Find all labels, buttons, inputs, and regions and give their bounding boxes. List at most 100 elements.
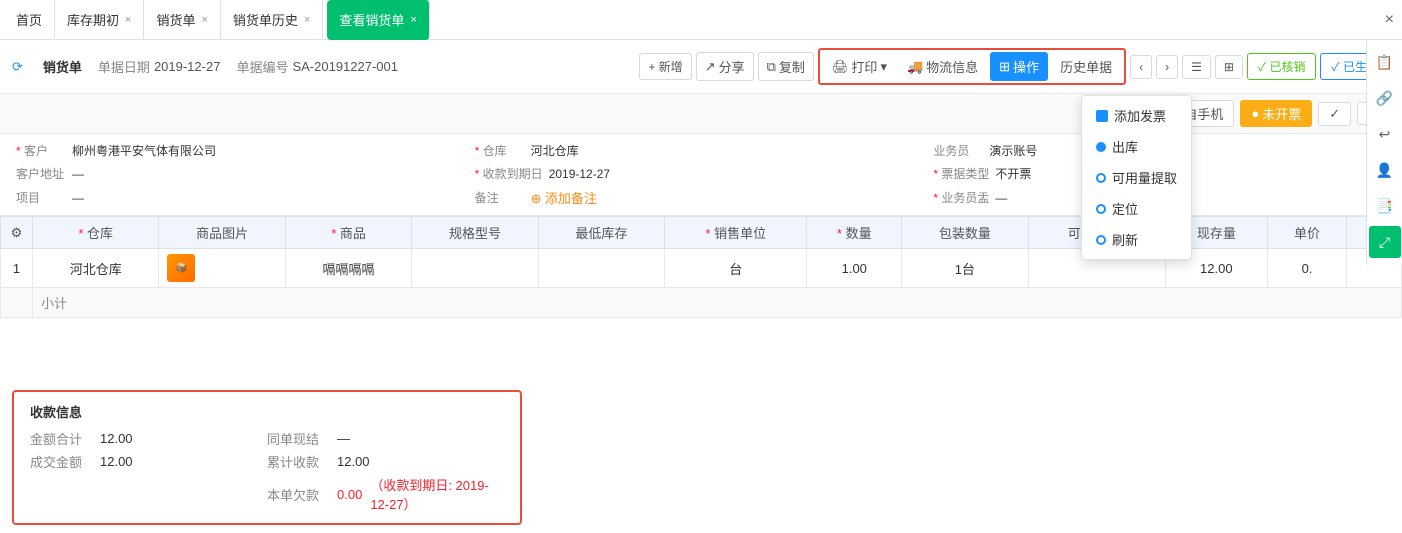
- payment-settle-value: —: [337, 431, 350, 446]
- grid-view-button[interactable]: ⊞: [1215, 55, 1243, 79]
- col-qty: 数量: [807, 217, 902, 249]
- sold-status-button[interactable]: ✓ 已核销: [1247, 53, 1317, 80]
- dropdown-refresh-label: 刷新: [1112, 230, 1138, 249]
- tab-sales-label: 销货单: [156, 10, 195, 29]
- subtotal-label: 小计: [33, 288, 1402, 318]
- ticket-type-label: 票据类型: [933, 165, 989, 182]
- doc-number-item: 单据编号 SA-20191227-001: [236, 57, 398, 76]
- refresh-icon: [1096, 235, 1106, 245]
- right-icon-back[interactable]: ↩: [1369, 118, 1401, 150]
- payment-cumulative-label: 累计收款: [267, 452, 331, 471]
- tab-sales-history[interactable]: 销货单历史 ×: [221, 0, 323, 40]
- print-label: 打印: [851, 57, 877, 76]
- customer-row: 客户 柳州粤港平安气体有限公司: [16, 142, 469, 159]
- warehouse-label: 仓库: [475, 142, 525, 159]
- print-dropdown-icon: ▾: [880, 59, 887, 75]
- payment-owed-note: （收款到期日: 2019-12-27）: [370, 475, 504, 513]
- payment-total-value: 12.00: [100, 431, 133, 446]
- col-spec: 规格型号: [412, 217, 538, 249]
- col-min-stock: 最低库存: [538, 217, 664, 249]
- col-image: 商品图片: [159, 217, 285, 249]
- col-price: 单价: [1268, 217, 1347, 249]
- doc-date-value: 2019-12-27: [154, 59, 221, 74]
- row-price: 0.: [1268, 249, 1347, 288]
- staff-label: 业务员盂: [933, 189, 989, 206]
- dropdown-locate[interactable]: 定位: [1082, 193, 1191, 224]
- doc-date-label: 单据日期: [98, 57, 150, 76]
- tab-inventory-init[interactable]: 库存期初 ×: [55, 0, 144, 40]
- note-label: 备注: [475, 189, 525, 206]
- copy-label: 复制: [779, 57, 805, 76]
- tab-view-close[interactable]: ×: [410, 14, 416, 26]
- print-button[interactable]: 🖨 打印 ▾: [824, 53, 895, 80]
- row-product: 嗝嗝嗝嗝: [285, 249, 411, 288]
- project-value: —: [72, 191, 84, 205]
- right-icon-doc[interactable]: 📋: [1369, 46, 1401, 78]
- logistics-icon: 🚚: [907, 59, 923, 75]
- copy-button[interactable]: ⧉ 复制: [758, 52, 814, 81]
- payment-title: 收款信息: [30, 402, 504, 421]
- payment-grid: 金额合计 12.00 同单现结 — 成交金额 12.00 累计收款 12.00 …: [30, 429, 504, 513]
- payment-deal-label: 成交金额: [30, 452, 94, 471]
- ticket-type-value: 不开票: [995, 165, 1031, 182]
- subtotal-empty: [1, 288, 33, 318]
- next-button[interactable]: ›: [1156, 55, 1178, 79]
- copy-icon: ⧉: [767, 59, 776, 75]
- payment-deal-value: 12.00: [100, 454, 133, 469]
- confirm-button[interactable]: ✓: [1318, 102, 1351, 126]
- col-settings[interactable]: ⚙: [1, 217, 33, 249]
- add-note-button[interactable]: ⊕ 添加备注: [531, 188, 597, 207]
- history-label: 历史单据: [1060, 57, 1112, 76]
- right-icon-link[interactable]: 🔗: [1369, 82, 1401, 114]
- tab-sales-close[interactable]: ×: [201, 14, 207, 26]
- payment-deal-item: 成交金额 12.00: [30, 452, 267, 471]
- salesman-value: 演示账号: [989, 142, 1037, 159]
- open-ticket-icon: ●: [1251, 106, 1259, 121]
- tab-bar: 首页 库存期初 × 销货单 × 销货单历史 × 查看销货单 × ×: [0, 0, 1402, 40]
- address-row: 客户地址 —: [16, 165, 469, 182]
- project-label: 项目: [16, 189, 66, 206]
- payment-date-label: 收款到期日: [475, 165, 543, 182]
- dropdown-outbound-label: 出库: [1112, 137, 1138, 156]
- row-unit: 台: [665, 249, 807, 288]
- right-sidebar: 📋 🔗 ↩ 👤 📑 ⤢: [1366, 40, 1402, 264]
- tab-inventory-close[interactable]: ×: [125, 14, 131, 26]
- history-records-button[interactable]: 历史单据: [1052, 53, 1120, 80]
- list-view-button[interactable]: ☰: [1182, 55, 1211, 79]
- row-pkg-qty: 1台: [902, 249, 1028, 288]
- doc-number-value: SA-20191227-001: [292, 59, 398, 74]
- row-num: 1: [1, 249, 33, 288]
- tab-home[interactable]: 首页: [8, 0, 55, 40]
- right-icon-user[interactable]: 👤: [1369, 154, 1401, 186]
- operation-button[interactable]: ⊞ 操作: [990, 52, 1048, 81]
- address-label: 客户地址: [16, 165, 66, 182]
- dropdown-add-invoice[interactable]: 添加发票: [1082, 100, 1191, 131]
- payment-total-label: 金额合计: [30, 429, 94, 448]
- operation-icon: ⊞: [999, 59, 1010, 75]
- right-icon-records[interactable]: 📑: [1369, 190, 1401, 222]
- right-icon-expand[interactable]: ⤢: [1369, 226, 1401, 258]
- dropdown-outbound[interactable]: 出库: [1082, 131, 1191, 162]
- payment-cumulative-item: 累计收款 12.00: [267, 452, 504, 471]
- open-ticket-button[interactable]: ● 未开票: [1240, 100, 1312, 127]
- dropdown-available-qty[interactable]: 可用量提取: [1082, 162, 1191, 193]
- dropdown-refresh[interactable]: 刷新: [1082, 224, 1191, 255]
- subtotal-row: 小计: [1, 288, 1402, 318]
- tab-sales-order[interactable]: 销货单 ×: [144, 0, 220, 40]
- tab-view-sales[interactable]: 查看销货单 ×: [327, 0, 429, 40]
- doc-meta: 单据日期 2019-12-27 单据编号 SA-20191227-001: [98, 57, 623, 76]
- payment-date-row: 收款到期日 2019-12-27: [475, 165, 928, 182]
- window-close-button[interactable]: ×: [1385, 11, 1394, 29]
- col-pkg-qty: 包装数量: [902, 217, 1028, 249]
- tab-history-close[interactable]: ×: [304, 14, 310, 26]
- prev-button[interactable]: ‹: [1130, 55, 1152, 79]
- operation-dropdown: 添加发票 出库 可用量提取 定位 刷新: [1081, 95, 1192, 260]
- dropdown-invoice-label: 添加发票: [1114, 106, 1166, 125]
- salesman-label: 业务员: [933, 142, 983, 159]
- share-button[interactable]: ↗ 分享: [696, 52, 754, 81]
- row-image: 📦: [159, 249, 285, 288]
- doc-number-label: 单据编号: [236, 57, 288, 76]
- new-button[interactable]: + 新增: [639, 53, 691, 80]
- warehouse-row: 仓库 河北仓库: [475, 142, 928, 159]
- logistics-button[interactable]: 🚚 物流信息: [899, 53, 986, 80]
